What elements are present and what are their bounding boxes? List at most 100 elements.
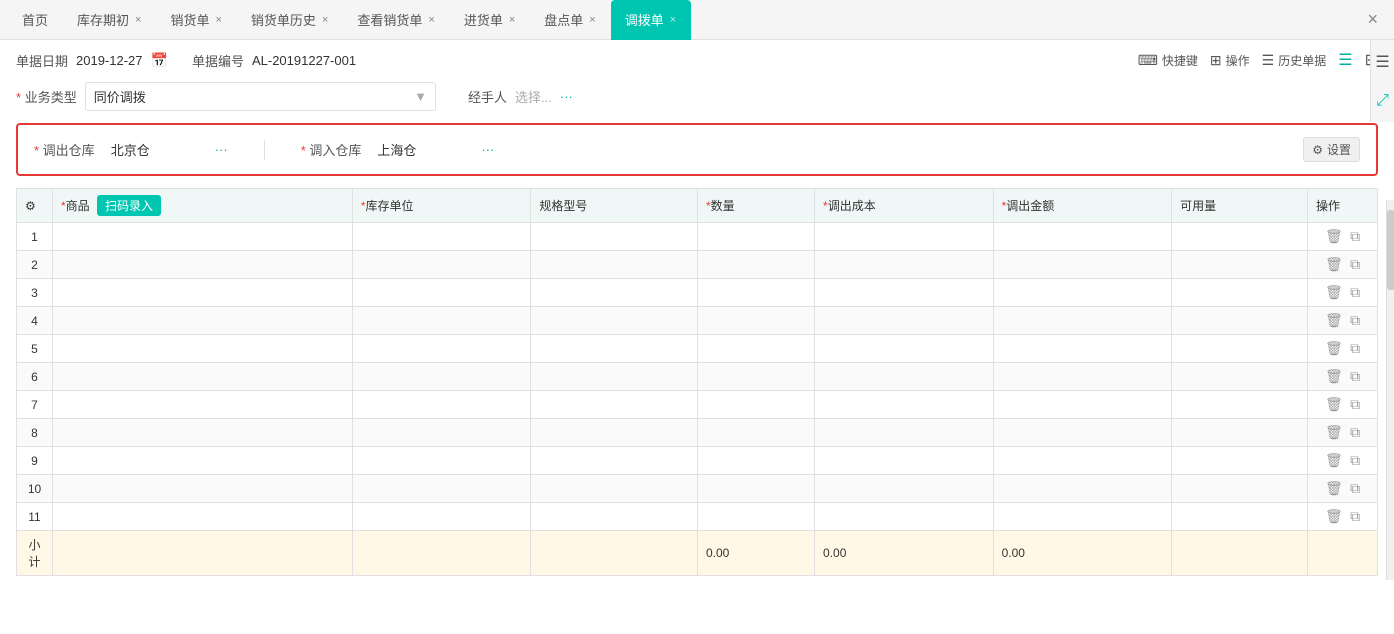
cell-available[interactable] [1172,419,1308,447]
cell-goods[interactable] [53,475,353,503]
tab-close-transfer-order[interactable]: × [670,14,676,26]
cell-spec[interactable] [531,363,698,391]
operation-button[interactable]: ⊞ 操作 [1210,52,1250,69]
cell-amount[interactable] [993,223,1172,251]
copy-icon[interactable]: ⧉ [1350,256,1360,272]
cell-unit[interactable] [352,447,531,475]
person-select[interactable]: 选择... [515,87,552,106]
list-view-button[interactable]: ☰ [1338,50,1352,70]
cell-cost[interactable] [815,503,994,531]
cell-available[interactable] [1172,279,1308,307]
cell-goods[interactable] [53,363,353,391]
cell-unit[interactable] [352,475,531,503]
cell-qty[interactable] [697,251,814,279]
cell-qty[interactable] [697,279,814,307]
copy-icon[interactable]: ⧉ [1350,228,1360,244]
delete-icon[interactable]: 🗑 [1325,452,1343,468]
cell-goods[interactable] [53,251,353,279]
tab-close-sales-order[interactable]: × [215,14,221,26]
person-dots-icon[interactable]: ··· [560,89,573,104]
delete-icon[interactable]: 🗑 [1325,340,1343,356]
delete-icon[interactable]: 🗑 [1325,284,1343,300]
cell-amount[interactable] [993,391,1172,419]
business-type-select[interactable]: 同价调拨 ▼ [85,82,436,111]
cell-cost[interactable] [815,335,994,363]
delete-icon[interactable]: 🗑 [1325,424,1343,440]
cell-goods[interactable] [53,391,353,419]
side-panel-expand-icon[interactable]: ⤢ [1372,88,1393,114]
cell-goods[interactable] [53,223,353,251]
cell-qty[interactable] [697,503,814,531]
delete-icon[interactable]: 🗑 [1325,228,1343,244]
tab-view-sales[interactable]: 查看销货单 × [343,0,449,40]
cell-available[interactable] [1172,475,1308,503]
copy-icon[interactable]: ⧉ [1350,368,1360,384]
cell-amount[interactable] [993,251,1172,279]
tab-close-view-sales[interactable]: × [428,14,434,26]
scrollbar-thumb[interactable] [1387,210,1394,290]
cell-unit[interactable] [352,223,531,251]
cell-spec[interactable] [531,475,698,503]
cell-amount[interactable] [993,335,1172,363]
transfer-in-dots[interactable]: ··· [481,142,494,157]
cell-qty[interactable] [697,391,814,419]
copy-icon[interactable]: ⧉ [1350,396,1360,412]
cell-spec[interactable] [531,419,698,447]
cell-available[interactable] [1172,223,1308,251]
cell-unit[interactable] [352,363,531,391]
transfer-out-dots[interactable]: ··· [215,142,228,157]
vertical-scrollbar[interactable] [1386,200,1394,580]
cell-cost[interactable] [815,279,994,307]
history-button[interactable]: ☰ 历史单据 [1262,52,1327,69]
tab-sales-order[interactable]: 销货单 × [156,0,236,40]
cell-amount[interactable] [993,475,1172,503]
delete-icon[interactable]: 🗑 [1325,396,1343,412]
cell-qty[interactable] [697,447,814,475]
cell-available[interactable] [1172,503,1308,531]
copy-icon[interactable]: ⧉ [1350,424,1360,440]
cell-spec[interactable] [531,307,698,335]
side-panel-list-icon[interactable]: ☰ [1371,48,1393,76]
shortcut-button[interactable]: ⌨ 快捷键 [1138,52,1198,69]
cell-available[interactable] [1172,307,1308,335]
calendar-icon[interactable]: 📅 [151,52,168,69]
cell-available[interactable] [1172,251,1308,279]
cell-cost[interactable] [815,363,994,391]
cell-spec[interactable] [531,447,698,475]
scan-input-button[interactable]: 扫码录入 [97,195,161,216]
cell-spec[interactable] [531,251,698,279]
cell-goods[interactable] [53,503,353,531]
copy-icon[interactable]: ⧉ [1350,480,1360,496]
delete-icon[interactable]: 🗑 [1325,312,1343,328]
cell-available[interactable] [1172,335,1308,363]
tab-close-inventory-check[interactable]: × [589,14,595,26]
cell-spec[interactable] [531,223,698,251]
cell-cost[interactable] [815,391,994,419]
delete-icon[interactable]: 🗑 [1325,368,1343,384]
delete-icon[interactable]: 🗑 [1325,256,1343,272]
cell-spec[interactable] [531,391,698,419]
cell-qty[interactable] [697,475,814,503]
tab-sales-history[interactable]: 销货单历史 × [237,0,343,40]
tab-close-purchase-order[interactable]: × [509,14,515,26]
tab-close-inventory-init[interactable]: × [135,14,141,26]
cell-available[interactable] [1172,447,1308,475]
cell-cost[interactable] [815,223,994,251]
copy-icon[interactable]: ⧉ [1350,340,1360,356]
col-settings[interactable]: ⚙ [17,189,53,223]
cell-amount[interactable] [993,279,1172,307]
window-close-button[interactable]: × [1359,9,1386,30]
cell-cost[interactable] [815,307,994,335]
tab-close-sales-history[interactable]: × [322,14,328,26]
copy-icon[interactable]: ⧉ [1350,452,1360,468]
cell-unit[interactable] [352,335,531,363]
cell-cost[interactable] [815,447,994,475]
cell-qty[interactable] [697,335,814,363]
copy-icon[interactable]: ⧉ [1350,284,1360,300]
cell-available[interactable] [1172,363,1308,391]
cell-amount[interactable] [993,419,1172,447]
cell-amount[interactable] [993,503,1172,531]
cell-amount[interactable] [993,363,1172,391]
cell-spec[interactable] [531,335,698,363]
cell-unit[interactable] [352,279,531,307]
